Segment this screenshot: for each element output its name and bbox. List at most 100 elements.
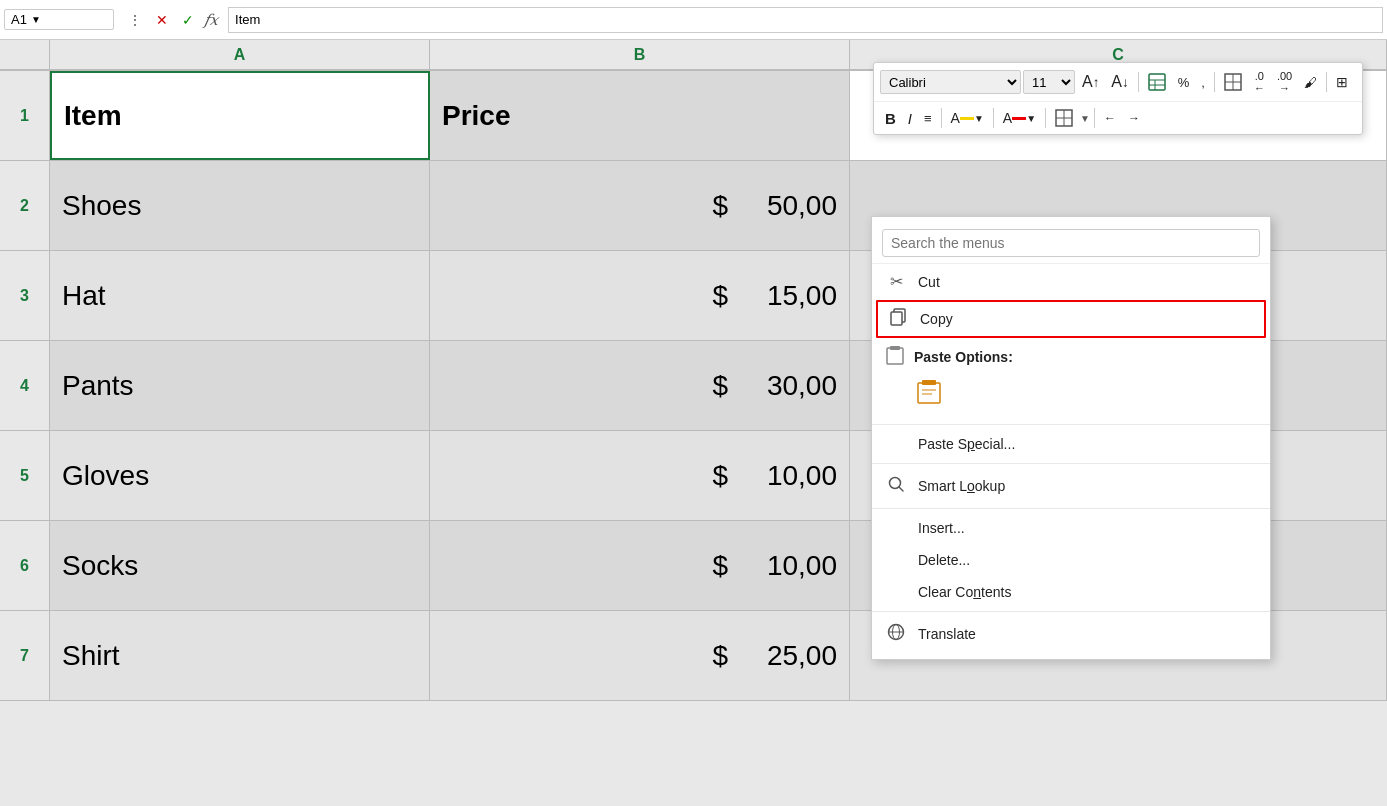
cell-b2[interactable]: $ 50,00 bbox=[430, 161, 850, 250]
increase-decimals-button[interactable]: .00→ bbox=[1272, 67, 1297, 97]
formula-input[interactable] bbox=[228, 7, 1383, 33]
cell-b1[interactable]: Price bbox=[430, 71, 850, 160]
font-name-select[interactable]: Calibri Arial Times New Roman bbox=[880, 70, 1021, 94]
cell-reference-box[interactable]: A1 ▼ bbox=[4, 9, 114, 30]
context-menu-copy[interactable]: Copy bbox=[876, 300, 1266, 338]
bold-button[interactable]: B bbox=[880, 107, 901, 130]
divider bbox=[1326, 72, 1327, 92]
confirm-icon[interactable]: ✓ bbox=[178, 10, 198, 30]
smart-lookup-label: Smart Lookup bbox=[918, 478, 1005, 494]
formula-bar: A1 ▼ ⋮ ✕ ✓ 𝑓𝑥 bbox=[0, 0, 1387, 40]
highlight-color-button[interactable]: A ▼ bbox=[946, 107, 989, 129]
row-number-3: 3 bbox=[0, 251, 50, 340]
cell-a4[interactable]: Pants bbox=[50, 341, 430, 430]
svg-rect-15 bbox=[918, 383, 940, 403]
copy-icon bbox=[888, 308, 908, 330]
context-menu-search bbox=[872, 223, 1270, 264]
copy-label: Copy bbox=[920, 311, 953, 327]
row-number-5: 5 bbox=[0, 431, 50, 520]
paste-icons-row bbox=[886, 373, 1256, 421]
decrease-decimals-button[interactable]: .0← bbox=[1249, 67, 1270, 97]
context-menu-insert[interactable]: Insert... bbox=[872, 512, 1270, 544]
insert-label: Insert... bbox=[918, 520, 965, 536]
cancel-icon[interactable]: ✕ bbox=[152, 10, 172, 30]
divider bbox=[1045, 108, 1046, 128]
divider bbox=[993, 108, 994, 128]
divider bbox=[1094, 108, 1095, 128]
paste-options-icon bbox=[886, 345, 904, 369]
cell-a7[interactable]: Shirt bbox=[50, 611, 430, 700]
cell-b6[interactable]: $ 10,00 bbox=[430, 521, 850, 610]
mini-toolbar-row2: B I ≡ A ▼ A ▼ ▼ ← → bbox=[874, 102, 1362, 134]
paste-options-section: Paste Options: bbox=[872, 339, 1270, 421]
paste-options-label: Paste Options: bbox=[914, 349, 1013, 365]
cell-b4[interactable]: $ 30,00 bbox=[430, 341, 850, 430]
row-number-6: 6 bbox=[0, 521, 50, 610]
cell-a1[interactable]: Item bbox=[50, 71, 430, 160]
formula-bar-controls: ⋮ ✕ ✓ 𝑓𝑥 bbox=[118, 10, 224, 30]
paste-special-label: Paste Special... bbox=[918, 436, 1015, 452]
row-number-4: 4 bbox=[0, 341, 50, 430]
context-menu-smart-lookup[interactable]: Smart Lookup bbox=[872, 467, 1270, 505]
cell-ref-value: A1 bbox=[11, 12, 27, 27]
divider bbox=[1138, 72, 1139, 92]
separator bbox=[872, 611, 1270, 612]
delete-label: Delete... bbox=[918, 552, 970, 568]
italic-button[interactable]: I bbox=[903, 107, 917, 130]
translate-icon bbox=[886, 623, 906, 645]
row-number-1: 1 bbox=[0, 71, 50, 160]
percent-button[interactable]: % bbox=[1173, 72, 1195, 93]
cell-b7[interactable]: $ 25,00 bbox=[430, 611, 850, 700]
align-button[interactable]: ≡ bbox=[919, 108, 937, 129]
context-menu-clear-contents[interactable]: Clear Contents bbox=[872, 576, 1270, 608]
context-menu-paste-special[interactable]: Paste Special... bbox=[872, 428, 1270, 460]
cell-a2[interactable]: Shoes bbox=[50, 161, 430, 250]
svg-line-19 bbox=[899, 487, 903, 491]
cell-b5[interactable]: $ 10,00 bbox=[430, 431, 850, 520]
col-header-b[interactable]: B bbox=[430, 40, 850, 70]
cell-b3[interactable]: $ 15,00 bbox=[430, 251, 850, 340]
decrease-font-size-button[interactable]: A↓ bbox=[1106, 70, 1133, 94]
svg-rect-0 bbox=[1149, 74, 1165, 90]
separator bbox=[872, 508, 1270, 509]
format-as-table-button[interactable] bbox=[1143, 70, 1171, 94]
fx-icon: 𝑓𝑥 bbox=[204, 11, 218, 29]
corner-cell bbox=[0, 40, 50, 70]
cell-ref-dropdown-icon[interactable]: ▼ bbox=[31, 14, 41, 25]
svg-rect-11 bbox=[891, 312, 902, 325]
cell-a5[interactable]: Gloves bbox=[50, 431, 430, 520]
row-number-7: 7 bbox=[0, 611, 50, 700]
more-options-icon[interactable]: ⋮ bbox=[124, 10, 146, 30]
wrap-text-button[interactable]: ⊞ bbox=[1331, 71, 1353, 93]
cell-a3[interactable]: Hat bbox=[50, 251, 430, 340]
border2-button[interactable] bbox=[1050, 106, 1078, 130]
clear-contents-label: Clear Contents bbox=[918, 584, 1011, 600]
cell-a6[interactable]: Socks bbox=[50, 521, 430, 610]
mini-toolbar: Calibri Arial Times New Roman 11 10 12 1… bbox=[873, 62, 1363, 135]
divider bbox=[1214, 72, 1215, 92]
paste-keep-source-button[interactable] bbox=[912, 375, 946, 415]
context-menu: ✂ Cut Copy Paste Options: Paste Special.… bbox=[871, 216, 1271, 660]
right-arrow-button[interactable]: → bbox=[1123, 108, 1145, 128]
mini-toolbar-row1: Calibri Arial Times New Roman 11 10 12 1… bbox=[874, 63, 1362, 102]
paint-format-button[interactable]: 🖌 bbox=[1299, 72, 1322, 93]
row-number-2: 2 bbox=[0, 161, 50, 250]
col-header-a[interactable]: A bbox=[50, 40, 430, 70]
context-menu-cut[interactable]: ✂ Cut bbox=[872, 264, 1270, 299]
context-menu-translate[interactable]: Translate bbox=[872, 615, 1270, 653]
thousands-separator-button[interactable]: , bbox=[1196, 72, 1210, 93]
context-menu-search-input[interactable] bbox=[882, 229, 1260, 257]
left-arrow-button[interactable]: ← bbox=[1099, 108, 1121, 128]
separator bbox=[872, 463, 1270, 464]
cut-icon: ✂ bbox=[886, 272, 906, 291]
border-button[interactable] bbox=[1219, 70, 1247, 94]
divider bbox=[941, 108, 942, 128]
font-size-select[interactable]: 11 10 12 14 bbox=[1023, 70, 1075, 94]
separator bbox=[872, 424, 1270, 425]
cut-label: Cut bbox=[918, 274, 940, 290]
increase-font-size-button[interactable]: A↑ bbox=[1077, 70, 1104, 94]
smart-lookup-icon bbox=[886, 475, 906, 497]
context-menu-delete[interactable]: Delete... bbox=[872, 544, 1270, 576]
font-color-button[interactable]: A ▼ bbox=[998, 107, 1041, 129]
translate-label: Translate bbox=[918, 626, 976, 642]
